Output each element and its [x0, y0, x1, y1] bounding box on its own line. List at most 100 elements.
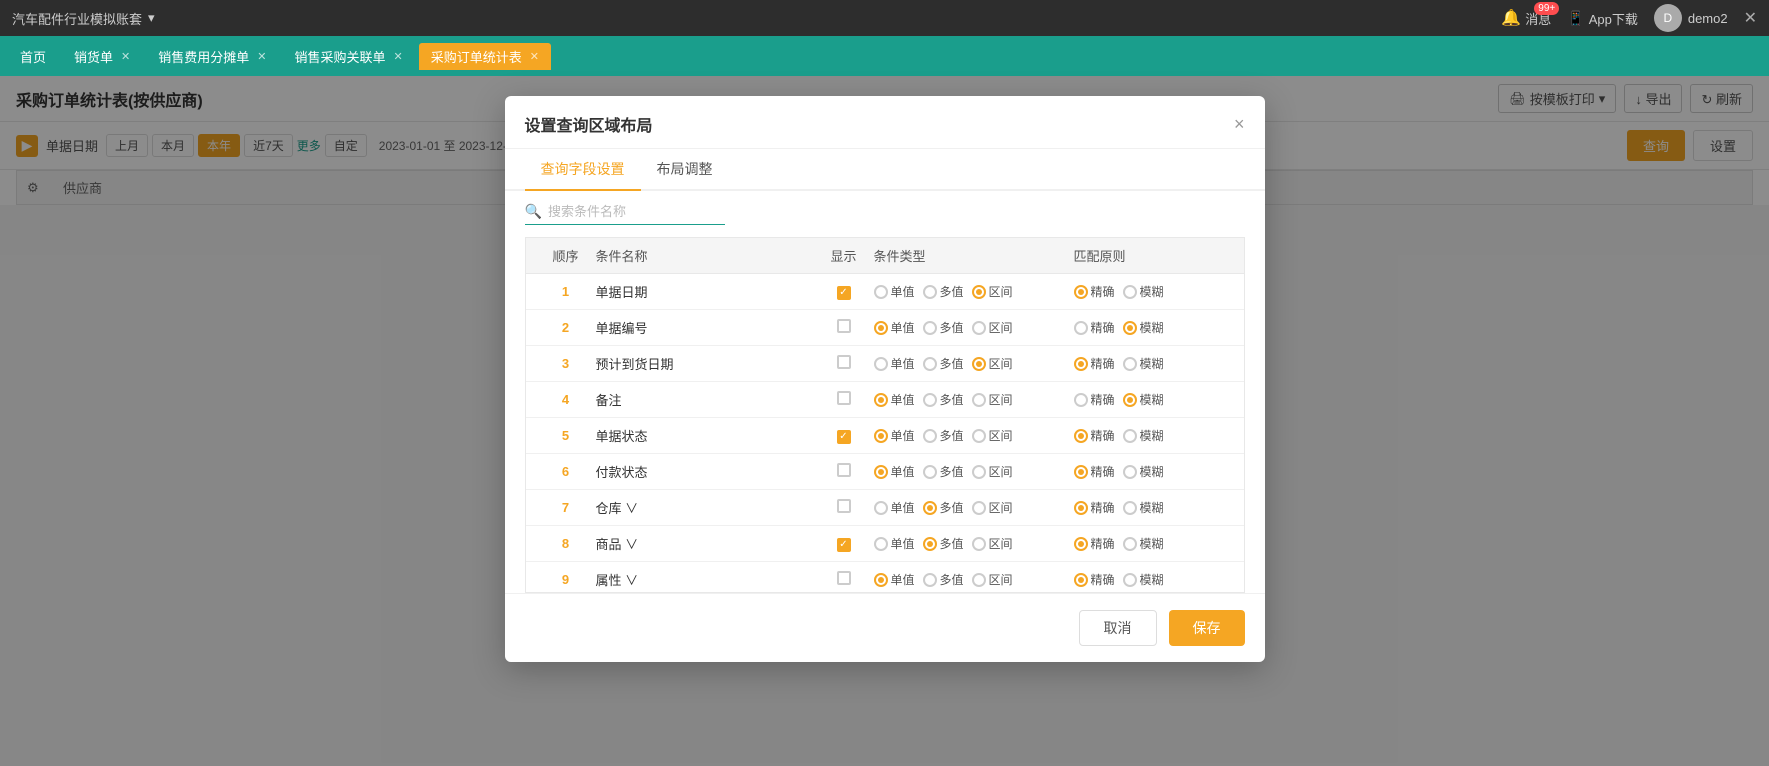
- type-single[interactable]: 单值: [874, 463, 915, 480]
- display-checkbox[interactable]: [837, 286, 851, 300]
- match-exact[interactable]: 精确: [1074, 391, 1115, 408]
- type-single[interactable]: 单值: [874, 355, 915, 372]
- match-exact[interactable]: 精确: [1074, 463, 1115, 480]
- match-exact[interactable]: 精确: [1074, 499, 1115, 516]
- radio-multi-icon: [923, 573, 937, 587]
- search-input[interactable]: [548, 204, 708, 219]
- match-fuzzy[interactable]: 模糊: [1123, 571, 1164, 588]
- row-display[interactable]: [814, 499, 874, 516]
- row-display[interactable]: [814, 571, 874, 588]
- type-single[interactable]: 单值: [874, 283, 915, 300]
- type-range[interactable]: 区间: [972, 391, 1013, 408]
- display-checkbox[interactable]: [837, 538, 851, 552]
- type-single[interactable]: 单值: [874, 499, 915, 516]
- type-multi[interactable]: 多值: [923, 535, 964, 552]
- radio-single-icon: [874, 321, 888, 335]
- match-exact[interactable]: 精确: [1074, 571, 1115, 588]
- display-checkbox[interactable]: [837, 571, 851, 585]
- user-avatar[interactable]: D demo2: [1654, 4, 1728, 32]
- tab-purchase-stat[interactable]: 采购订单统计表 ✕: [419, 43, 551, 70]
- type-range[interactable]: 区间: [972, 571, 1013, 588]
- type-multi[interactable]: 多值: [923, 463, 964, 480]
- match-fuzzy[interactable]: 模糊: [1123, 499, 1164, 516]
- match-exact[interactable]: 精确: [1074, 319, 1115, 336]
- match-exact[interactable]: 精确: [1074, 535, 1115, 552]
- row-display[interactable]: [814, 355, 874, 372]
- tab-sales-order-close[interactable]: ✕: [121, 50, 130, 63]
- table-row: 8 商品 ∨ 单值 多值 区间 精确 模糊: [526, 526, 1244, 562]
- type-range[interactable]: 区间: [972, 535, 1013, 552]
- row-display[interactable]: [814, 283, 874, 300]
- radio-fuzzy-icon: [1123, 429, 1137, 443]
- row-display[interactable]: [814, 319, 874, 336]
- tab-sales-purchase-close[interactable]: ✕: [394, 50, 403, 63]
- radio-exact-icon: [1074, 429, 1088, 443]
- cancel-button[interactable]: 取消: [1079, 610, 1157, 646]
- tab-sales-expense-close[interactable]: ✕: [257, 50, 266, 63]
- tab-sales-purchase[interactable]: 销售采购关联单 ✕: [282, 43, 414, 70]
- display-checkbox[interactable]: [837, 391, 851, 405]
- tab-sales-purchase-label: 销售采购关联单: [294, 47, 385, 66]
- type-range[interactable]: 区间: [972, 427, 1013, 444]
- display-checkbox[interactable]: [837, 319, 851, 333]
- type-single[interactable]: 单值: [874, 391, 915, 408]
- modal-table-body: 1 单据日期 单值 多值 区间 精确 模糊: [525, 273, 1245, 593]
- row-order: 8: [536, 536, 596, 551]
- row-display[interactable]: [814, 463, 874, 480]
- match-exact[interactable]: 精确: [1074, 427, 1115, 444]
- type-range[interactable]: 区间: [972, 319, 1013, 336]
- save-button[interactable]: 保存: [1169, 610, 1245, 646]
- th-match: 匹配原则: [1074, 246, 1234, 265]
- dropdown-arrow[interactable]: ▾: [148, 10, 155, 26]
- match-exact[interactable]: 精确: [1074, 355, 1115, 372]
- type-single[interactable]: 单值: [874, 319, 915, 336]
- tab-sales-expense[interactable]: 销售费用分摊单 ✕: [146, 43, 278, 70]
- type-range[interactable]: 区间: [972, 283, 1013, 300]
- display-checkbox[interactable]: [837, 463, 851, 477]
- display-checkbox[interactable]: [837, 499, 851, 513]
- match-fuzzy[interactable]: 模糊: [1123, 355, 1164, 372]
- type-multi[interactable]: 多值: [923, 571, 964, 588]
- row-type: 单值 多值 区间: [874, 283, 1074, 300]
- display-checkbox[interactable]: [837, 430, 851, 444]
- type-multi[interactable]: 多值: [923, 499, 964, 516]
- tab-home[interactable]: 首页: [8, 43, 58, 70]
- row-name: 备注: [596, 390, 814, 409]
- modal-close-button[interactable]: ×: [1234, 115, 1245, 133]
- match-fuzzy[interactable]: 模糊: [1123, 463, 1164, 480]
- page-area: 采购订单统计表(按供应商) 🖨 按模板打印 ▾ ↓ 导出 ↻ 刷新 ▶ 单据日期…: [0, 76, 1769, 766]
- radio-fuzzy-icon: [1123, 285, 1137, 299]
- table-row: 3 预计到货日期 单值 多值 区间 精确 模糊: [526, 346, 1244, 382]
- type-multi[interactable]: 多值: [923, 355, 964, 372]
- tab-purchase-stat-close[interactable]: ✕: [530, 50, 539, 63]
- match-fuzzy[interactable]: 模糊: [1123, 427, 1164, 444]
- type-range[interactable]: 区间: [972, 355, 1013, 372]
- avatar-icon: D: [1654, 4, 1682, 32]
- match-fuzzy[interactable]: 模糊: [1123, 319, 1164, 336]
- tab-sales-order[interactable]: 销货单 ✕: [62, 43, 142, 70]
- match-fuzzy[interactable]: 模糊: [1123, 283, 1164, 300]
- row-display[interactable]: [814, 427, 874, 444]
- type-multi[interactable]: 多值: [923, 319, 964, 336]
- display-checkbox[interactable]: [837, 355, 851, 369]
- row-display[interactable]: [814, 391, 874, 408]
- radio-multi-icon: [923, 429, 937, 443]
- top-close-icon[interactable]: ✕: [1744, 8, 1757, 28]
- tab-query-fields[interactable]: 查询字段设置: [525, 149, 641, 191]
- type-single[interactable]: 单值: [874, 427, 915, 444]
- type-multi[interactable]: 多值: [923, 391, 964, 408]
- app-download[interactable]: 📱 App下载: [1567, 9, 1638, 28]
- row-display[interactable]: [814, 535, 874, 552]
- type-range[interactable]: 区间: [972, 499, 1013, 516]
- tab-layout-adjust[interactable]: 布局调整: [641, 149, 729, 191]
- match-fuzzy[interactable]: 模糊: [1123, 391, 1164, 408]
- type-range[interactable]: 区间: [972, 463, 1013, 480]
- type-single[interactable]: 单值: [874, 535, 915, 552]
- row-type: 单值 多值 区间: [874, 391, 1074, 408]
- match-fuzzy[interactable]: 模糊: [1123, 535, 1164, 552]
- type-multi[interactable]: 多值: [923, 283, 964, 300]
- type-single[interactable]: 单值: [874, 571, 915, 588]
- match-exact[interactable]: 精确: [1074, 283, 1115, 300]
- type-multi[interactable]: 多值: [923, 427, 964, 444]
- notifications[interactable]: 🔔 99+ 消息: [1501, 8, 1551, 28]
